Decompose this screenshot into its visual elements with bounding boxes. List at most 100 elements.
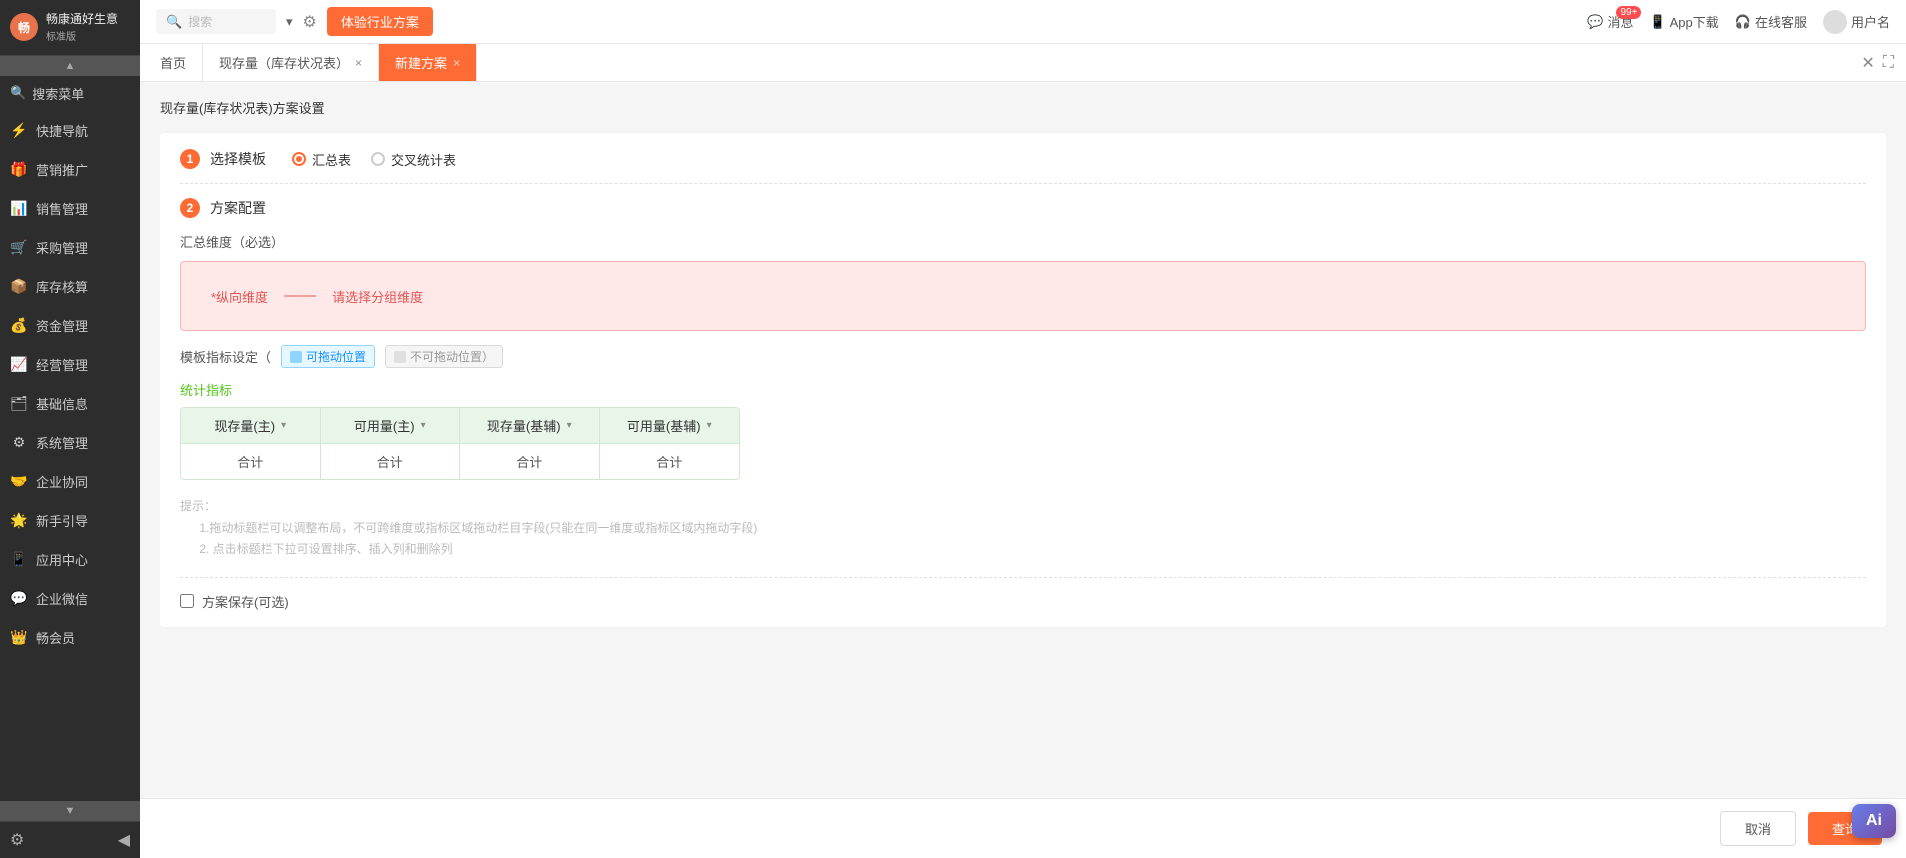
message-icon: 💬: [1587, 14, 1603, 30]
stats-header-available-main-label: 可用量(主): [354, 416, 415, 435]
save-option-label: 方案保存(可选): [202, 592, 289, 611]
topbar-dropdown[interactable]: ▾: [286, 14, 293, 30]
tab-inventory-status-close[interactable]: ×: [355, 56, 362, 70]
sidebar-item-inventory[interactable]: 📦 库存核算: [0, 267, 140, 306]
stats-sub-current-main: 合计: [237, 452, 263, 471]
indicator-setting: 模板指标设定（ 可拖动位置 不可拖动位置）: [180, 345, 1866, 368]
sidebar-item-member[interactable]: 👑 畅会员: [0, 618, 140, 657]
purchase-icon: 🛒: [10, 238, 28, 256]
bottom-bar: 取消 查询: [140, 798, 1906, 858]
sidebar-item-label: 畅会员: [36, 628, 75, 647]
radio-cross[interactable]: 交叉统计表: [371, 150, 456, 169]
marketing-icon: 🎁: [10, 160, 28, 178]
topbar-search-area: 🔍 搜索: [156, 9, 276, 34]
stats-body-current-aux: 合计: [460, 443, 600, 479]
sidebar-item-finance[interactable]: 💰 资金管理: [0, 306, 140, 345]
app-logo-icon: 畅: [10, 13, 38, 41]
sidebar-search-menu[interactable]: 🔍 搜索菜单: [0, 76, 140, 111]
save-checkbox[interactable]: [180, 594, 194, 608]
settings-icon[interactable]: ⚙: [10, 830, 24, 850]
sidebar-item-marketing[interactable]: 🎁 营销推广: [0, 150, 140, 189]
sidebar-item-label: 经营管理: [36, 355, 88, 374]
sidebar-scroll-down[interactable]: ▼: [0, 801, 140, 821]
stats-header-available-main[interactable]: 可用量(主) ▾: [321, 408, 461, 443]
online-service-btn[interactable]: 🎧 在线客服: [1735, 12, 1807, 31]
tab-inventory-status[interactable]: 现存量（库存状况表） ×: [203, 44, 379, 81]
stats-header-current-main[interactable]: 现存量(主) ▾: [181, 408, 321, 443]
message-btn[interactable]: 💬 消息 99+: [1587, 12, 1633, 31]
avatar: [1823, 10, 1847, 34]
dimension-box[interactable]: *纵向维度 —— 请选择分组维度: [180, 261, 1866, 331]
chevron-down-icon: ▾: [286, 14, 293, 30]
locked-label: 不可拖动位置）: [410, 348, 494, 365]
stats-section-label: 统计指标: [180, 380, 1866, 399]
page-title: 现存量(库存状况表)方案设置: [160, 98, 1886, 117]
stats-body-current-main: 合计: [181, 443, 321, 479]
sidebar: 畅 畅康通好生意 标准版 ▲ 🔍 搜索菜单 ⚡ 快捷导航 🎁 营销推广 📊 销售…: [0, 0, 140, 858]
radio-cross-label: 交叉统计表: [391, 150, 456, 169]
user-btn[interactable]: 用户名: [1823, 10, 1890, 34]
app-download-btn[interactable]: 📱 App下载: [1649, 12, 1718, 31]
tab-inventory-status-label: 现存量（库存状况表）: [219, 53, 349, 72]
sidebar-item-new-guide[interactable]: 🌟 新手引导: [0, 501, 140, 540]
stats-header-current-aux[interactable]: 现存量(基辅) ▾: [460, 408, 600, 443]
vertical-dimension-required: *纵向维度: [211, 287, 268, 306]
stats-sub-available-aux: 合计: [656, 452, 682, 471]
template-radio-group: 汇总表 交叉统计表: [292, 150, 456, 169]
trial-btn[interactable]: 体验行业方案: [327, 7, 433, 36]
stats-sub-available-main: 合计: [377, 452, 403, 471]
cancel-button[interactable]: 取消: [1720, 811, 1796, 846]
sidebar-item-label: 采购管理: [36, 238, 88, 257]
radio-summary[interactable]: 汇总表: [292, 150, 351, 169]
operation-icon: 📈: [10, 355, 28, 373]
sidebar-item-wechat[interactable]: 💬 企业微信: [0, 579, 140, 618]
sidebar-item-purchase[interactable]: 🛒 采购管理: [0, 228, 140, 267]
tab-home[interactable]: 首页: [140, 44, 203, 81]
step1-header: 1 选择模板 汇总表 交叉统计表: [180, 149, 1866, 169]
app-center-icon: 📱: [10, 550, 28, 568]
stats-header-current-main-label: 现存量(主): [214, 416, 275, 435]
sidebar-item-label: 资金管理: [36, 316, 88, 335]
sidebar-item-operation[interactable]: 📈 经营管理: [0, 345, 140, 384]
draggable-label: 可拖动位置: [306, 348, 366, 365]
system-icon: ⚙: [10, 433, 28, 451]
locked-swatch: [394, 351, 406, 363]
step1-divider: [180, 183, 1866, 184]
sidebar-item-quick-nav[interactable]: ⚡ 快捷导航: [0, 111, 140, 150]
sidebar-item-base-info[interactable]: 🗂 基础信息: [0, 384, 140, 423]
sidebar-scroll-up[interactable]: ▲: [0, 56, 140, 76]
content-area: 现存量(库存状况表)方案设置 1 选择模板 汇总表 交叉统计表: [140, 82, 1906, 798]
indicator-draggable-badge: 可拖动位置: [281, 345, 375, 368]
current-aux-dropdown-arrow[interactable]: ▾: [567, 420, 572, 431]
gear-icon[interactable]: ⚙: [303, 12, 317, 32]
step2-number: 2: [180, 198, 200, 218]
user-name: 用户名: [1851, 12, 1890, 31]
tab-new-scheme-close[interactable]: ×: [453, 56, 460, 70]
new-guide-icon: 🌟: [10, 511, 28, 529]
collapse-icon[interactable]: ◀: [118, 830, 130, 850]
service-label: 在线客服: [1755, 12, 1807, 31]
tab-expand-icon[interactable]: ⛶: [1883, 54, 1894, 72]
tab-close-all-icon[interactable]: ✕: [1861, 53, 1874, 73]
topbar-right: 💬 消息 99+ 📱 App下载 🎧 在线客服 用户名: [1587, 10, 1890, 34]
sidebar-item-app-center[interactable]: 📱 应用中心: [0, 540, 140, 579]
inventory-icon: 📦: [10, 277, 28, 295]
current-main-dropdown-arrow[interactable]: ▾: [281, 420, 286, 431]
stats-header-available-aux[interactable]: 可用量(基辅) ▾: [600, 408, 740, 443]
base-info-icon: 🗂: [10, 394, 28, 412]
sidebar-item-label: 基础信息: [36, 394, 88, 413]
available-main-dropdown-arrow[interactable]: ▾: [421, 420, 426, 431]
sidebar-item-system[interactable]: ⚙ 系统管理: [0, 423, 140, 462]
sidebar-item-label: 企业协同: [36, 472, 88, 491]
dimension-arrow: ——: [284, 287, 316, 305]
sidebar-item-label: 快捷导航: [36, 121, 88, 140]
save-option: 方案保存(可选): [180, 592, 1866, 611]
summary-dimension-label: 汇总维度（必选）: [180, 232, 1866, 251]
step1-title: 选择模板: [210, 149, 266, 169]
available-aux-dropdown-arrow[interactable]: ▾: [707, 420, 712, 431]
ai-fab-button[interactable]: Ai: [1852, 804, 1896, 838]
tab-new-scheme[interactable]: 新建方案 ×: [379, 44, 477, 81]
sidebar-item-enterprise[interactable]: 🤝 企业协同: [0, 462, 140, 501]
member-icon: 👑: [10, 628, 28, 646]
sidebar-item-sales[interactable]: 📊 销售管理: [0, 189, 140, 228]
